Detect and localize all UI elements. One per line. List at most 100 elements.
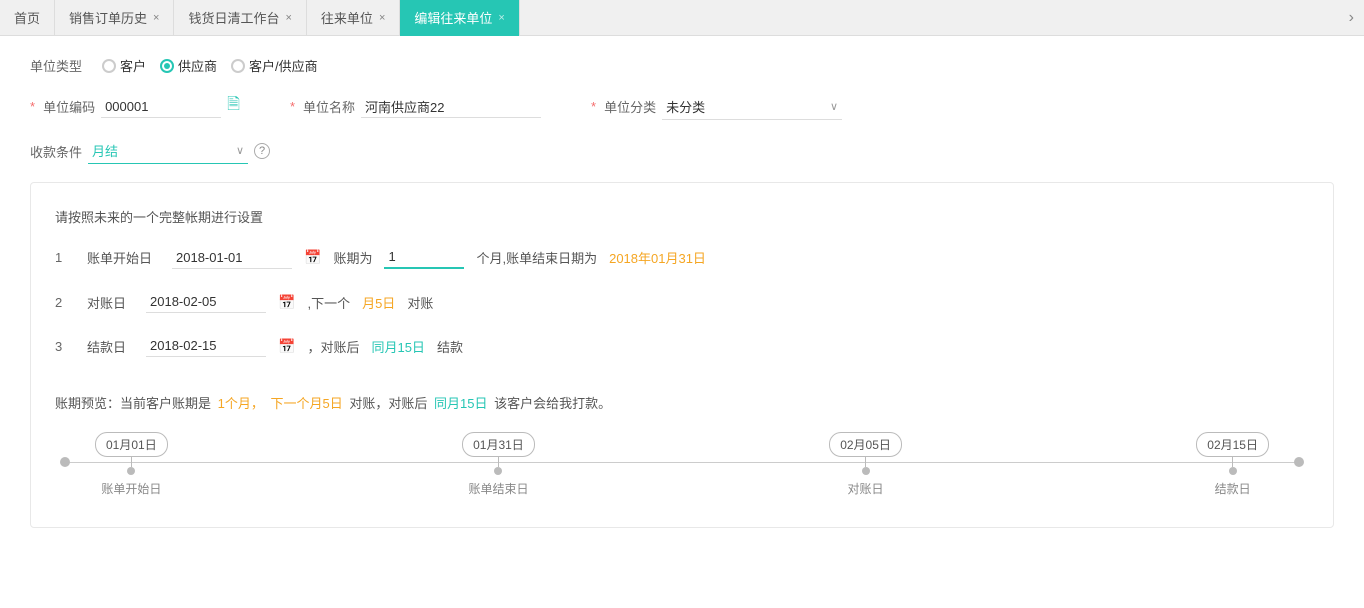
setting-row-3: 3 结款日 📅 ，对账后 同月15日 结款	[55, 335, 1309, 357]
unit-code-field: * 单位编码 🗎	[30, 93, 240, 120]
tab-sales-history-label: 销售订单历史	[69, 8, 147, 27]
tab-home-label: 首页	[14, 8, 40, 27]
timeline-node-4: 02月15日 结款日	[1196, 432, 1269, 497]
tab-more-button[interactable]: ›	[1339, 9, 1364, 27]
tab-edit-partner-close[interactable]: ×	[498, 12, 504, 24]
tab-sales-history[interactable]: 销售订单历史 ×	[55, 0, 174, 36]
unit-name-field: * 单位名称	[290, 96, 541, 118]
row-num-3: 3	[55, 339, 75, 354]
unit-code-required: *	[30, 99, 35, 114]
payment-label: 收款条件	[30, 142, 82, 161]
preview-part1: 1个月，	[218, 396, 264, 411]
row-num-1: 1	[55, 250, 75, 265]
tab-cash-work-label: 钱货日清工作台	[188, 8, 279, 27]
tab-partner[interactable]: 往来单位 ×	[307, 0, 400, 36]
timeline-node-1: 01月01日 账单开始日	[95, 432, 168, 497]
unit-type-row: 单位类型 客户 供应商 客户/供应商	[30, 56, 1334, 75]
tab-home[interactable]: 首页	[0, 0, 55, 36]
payment-row: 收款条件 月结 ∨ ?	[30, 138, 1334, 164]
preview-part3: 同月15日	[434, 396, 487, 411]
payment-date-input[interactable]	[146, 335, 266, 357]
radio-supplier[interactable]: 供应商	[160, 56, 217, 75]
unit-code-icon[interactable]: 🗎	[227, 93, 240, 120]
radio-customer-circle	[102, 59, 116, 73]
start-date-cal-icon[interactable]: 📅	[304, 249, 321, 266]
setting-row-1: 1 账单开始日 📅 账期为 个月,账单结束日期为 2018年01月31日	[55, 246, 1309, 269]
reconcile-cal-icon[interactable]: 📅	[278, 294, 295, 311]
unit-code-label: 单位编码	[43, 97, 95, 116]
reconcile-highlight: 月5日	[362, 293, 395, 312]
tl-label-3: 对账日	[848, 480, 884, 497]
payment-cal-icon[interactable]: 📅	[278, 338, 295, 355]
tab-partner-close[interactable]: ×	[379, 12, 385, 24]
unit-class-value: 未分类	[666, 97, 826, 116]
payment-field: 收款条件 月结 ∨ ?	[30, 138, 270, 164]
tl-date-1: 01月01日	[95, 432, 168, 457]
radio-customer-supplier-circle	[231, 59, 245, 73]
tl-stem-2	[498, 457, 499, 467]
setting-row-2: 2 对账日 📅 ,下一个 月5日 对账	[55, 291, 1309, 313]
tab-bar: 首页 销售订单历史 × 钱货日清工作台 × 往来单位 × 编辑往来单位 × ›	[0, 0, 1364, 36]
unit-code-input[interactable]	[101, 96, 221, 118]
payment-desc-before: ，对账后	[307, 337, 359, 356]
unit-class-arrow: ∨	[830, 100, 838, 113]
unit-class-required: *	[591, 99, 596, 114]
tab-edit-partner[interactable]: 编辑往来单位 ×	[400, 0, 519, 36]
payment-help-icon[interactable]: ?	[254, 143, 270, 159]
tl-date-2: 01月31日	[462, 432, 535, 457]
radio-supplier-circle	[160, 59, 174, 73]
radio-customer-label: 客户	[120, 56, 146, 75]
radio-customer[interactable]: 客户	[102, 56, 146, 75]
radio-supplier-label: 供应商	[178, 56, 217, 75]
end-date-highlight: 2018年01月31日	[609, 248, 706, 267]
tab-cash-work[interactable]: 钱货日清工作台 ×	[174, 0, 306, 36]
radio-customer-supplier[interactable]: 客户/供应商	[231, 56, 318, 75]
payment-arrow: ∨	[236, 144, 244, 157]
row-label-3: 结款日	[87, 337, 126, 356]
tab-edit-partner-label: 编辑往来单位	[414, 8, 492, 27]
reconcile-date-input[interactable]	[146, 291, 266, 313]
unit-class-dropdown[interactable]: 未分类 ∨	[662, 94, 842, 120]
period-input[interactable]	[384, 246, 464, 269]
payment-value: 月结	[92, 141, 232, 160]
period-suffix: 个月,账单结束日期为	[476, 248, 597, 267]
unit-class-label: 单位分类	[604, 97, 656, 116]
period-label: 账期为	[333, 248, 372, 267]
row-num-2: 2	[55, 295, 75, 310]
unit-info-row: * 单位编码 🗎 * 单位名称 * 单位分类 未分类 ∨	[30, 93, 1334, 120]
reconcile-desc-after: 对账	[407, 293, 433, 312]
tl-stem-1	[131, 457, 132, 467]
main-content: 单位类型 客户 供应商 客户/供应商 * 单位编码 🗎 *	[0, 36, 1364, 608]
start-date-input[interactable]	[172, 247, 292, 269]
timeline-container: 01月01日 账单开始日 01月31日 账单结束日 02月05日	[55, 432, 1309, 497]
row-label-2: 对账日	[87, 293, 126, 312]
tl-dot-2	[494, 467, 502, 475]
timeline-node-2: 01月31日 账单结束日	[462, 432, 535, 497]
preview-part2: 下一个月5日	[271, 396, 343, 411]
unit-type-field: 单位类型	[30, 56, 82, 75]
timeline-nodes: 01月01日 账单开始日 01月31日 账单结束日 02月05日	[65, 432, 1299, 497]
payment-dropdown[interactable]: 月结 ∨	[88, 138, 248, 164]
payment-highlight: 同月15日	[371, 337, 424, 356]
unit-name-label: 单位名称	[303, 97, 355, 116]
tl-dot-1	[127, 467, 135, 475]
unit-name-input[interactable]	[361, 96, 541, 118]
reconcile-desc-before: ,下一个	[307, 293, 350, 312]
payment-desc-after: 结款	[437, 337, 463, 356]
tab-sales-history-close[interactable]: ×	[153, 12, 159, 24]
tab-partner-label: 往来单位	[321, 8, 373, 27]
tl-dot-3	[862, 467, 870, 475]
preview-bar: 账期预览：当前客户账期是 1个月， 下一个月5日 对账，对账后 同月15日 该客…	[55, 379, 1309, 418]
tl-stem-4	[1232, 457, 1233, 467]
preview-end: 该客户会给我打款。	[494, 396, 611, 411]
unit-class-field: * 单位分类 未分类 ∨	[591, 94, 842, 120]
row-label-1: 账单开始日	[87, 248, 152, 267]
settings-title: 请按照未来的一个完整帐期进行设置	[55, 207, 1309, 226]
tab-cash-work-close[interactable]: ×	[285, 12, 291, 24]
tl-dot-4	[1229, 467, 1237, 475]
preview-middle: 对账，对账后	[349, 396, 427, 411]
tl-date-4: 02月15日	[1196, 432, 1269, 457]
tl-stem-3	[865, 457, 866, 467]
unit-name-required: *	[290, 99, 295, 114]
settings-card: 请按照未来的一个完整帐期进行设置 1 账单开始日 📅 账期为 个月,账单结束日期…	[30, 182, 1334, 528]
